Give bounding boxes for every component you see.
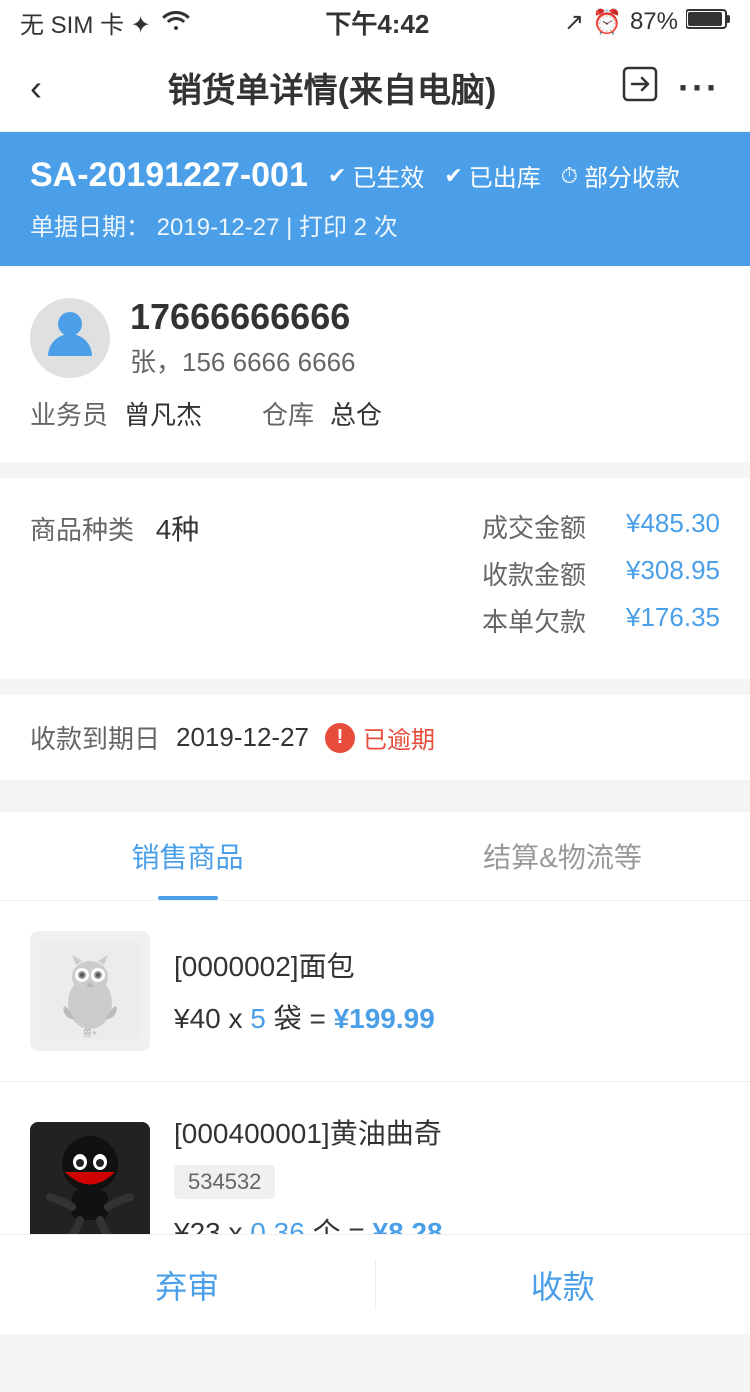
customer-name: 张，156 6666 6666	[130, 342, 356, 379]
order-id: SA-20191227-001	[30, 156, 308, 195]
product-qty-1: 5	[250, 1003, 266, 1034]
summary-section: 商品种类 4种 成交金额 ¥485.30 收款金额 ¥308.95 本单欠款 ¥…	[0, 478, 750, 679]
customer-meta: 业务员 曾凡杰 仓库 总仓	[30, 395, 720, 432]
category-count: 4种	[156, 514, 200, 545]
list-item: 兽+ [0000002]面包 ¥40 x 5 袋 = ¥199.99	[0, 901, 750, 1082]
confirm-button[interactable]: 收款	[376, 1242, 750, 1328]
status-bar: 无 SIM 卡 ✦ 下午4:42 ↗ ⏰ 87%	[0, 0, 750, 44]
order-date-row: 单据日期： 2019-12-27 | 打印 2 次	[30, 207, 720, 242]
product-price-1: ¥40 x 5 袋 = ¥199.99	[174, 997, 720, 1037]
due-section: 收款到期日 2019-12-27 ! 已逾期	[0, 695, 750, 780]
product-total-1: ¥199.99	[334, 1003, 435, 1034]
svg-text:兽+: 兽+	[83, 1027, 97, 1038]
location-icon: ↗	[564, 8, 584, 37]
received-label: 收款金额	[482, 555, 586, 592]
order-header: SA-20191227-001 ✔ 已生效 ✔ 已出库 ⏱ 部分收款 单据日期：…	[0, 132, 750, 266]
share-button[interactable]	[622, 66, 658, 110]
back-button[interactable]: ‹	[30, 67, 42, 109]
status-effective: ✔ 已生效	[328, 158, 424, 193]
warehouse-label: 仓库	[262, 395, 314, 432]
status-payment: ⏱ 部分收款	[561, 158, 680, 193]
date-label: 单据日期：	[30, 214, 150, 241]
sales-person: 曾凡杰	[124, 395, 202, 432]
product-name-2: [000400001]黄油曲奇	[174, 1112, 720, 1152]
more-button[interactable]: ···	[678, 67, 720, 109]
tab-products[interactable]: 销售商品	[0, 812, 375, 900]
nav-bar: ‹ 销货单详情(来自电脑) ···	[0, 44, 750, 132]
category-label: 商品种类 4种	[30, 508, 199, 548]
product-info-2: [000400001]黄油曲奇 534532 ¥23 x 0.36 个 = ¥8…	[174, 1112, 720, 1251]
products-section: 兽+ [0000002]面包 ¥40 x 5 袋 = ¥199.99	[0, 901, 750, 1282]
signal-text: 无 SIM 卡 ✦	[20, 5, 151, 40]
print-info: | 打印 2 次	[286, 214, 398, 241]
status-time: 下午4:42	[325, 4, 429, 41]
page-title: 销货单详情(来自电脑)	[168, 63, 497, 112]
product-info-1: [0000002]面包 ¥40 x 5 袋 = ¥199.99	[174, 945, 720, 1037]
product-tag-2: 534532	[174, 1165, 275, 1199]
debt-label: 本单欠款	[482, 602, 586, 639]
product-image-2	[30, 1122, 150, 1242]
customer-section: 17666666666 张，156 6666 6666 业务员 曾凡杰 仓库 总…	[0, 266, 750, 462]
overdue-text: 已逾期	[363, 720, 435, 755]
due-label: 收款到期日	[30, 719, 160, 756]
cancel-button[interactable]: 弃审	[0, 1242, 375, 1328]
status-right: ↗ ⏰ 87%	[564, 8, 730, 37]
bottom-bar: 弃审 收款	[0, 1234, 750, 1334]
alarm-icon: ⏰	[592, 8, 622, 37]
nav-left[interactable]: ‹	[30, 67, 42, 109]
product-name-1: [0000002]面包	[174, 945, 720, 985]
due-date: 2019-12-27	[176, 722, 309, 753]
tab-settlement[interactable]: 结算&物流等	[375, 812, 750, 900]
overdue-badge: ! 已逾期	[325, 720, 435, 755]
status-left: 无 SIM 卡 ✦	[20, 5, 191, 40]
avatar	[30, 298, 110, 378]
customer-phone: 17666666666	[130, 296, 356, 338]
transaction-amount: ¥485.30	[626, 508, 720, 545]
battery-text: 87%	[630, 8, 678, 36]
wifi-icon	[161, 8, 191, 37]
product-image-1: 兽+	[30, 931, 150, 1051]
transaction-label: 成交金额	[482, 508, 586, 545]
avatar-icon	[40, 302, 100, 374]
tabs-section: 销售商品 结算&物流等	[0, 812, 750, 901]
separator	[0, 796, 750, 812]
warehouse-value: 总仓	[330, 395, 382, 432]
nav-right[interactable]: ···	[622, 66, 720, 110]
summary-amounts: 成交金额 ¥485.30 收款金额 ¥308.95 本单欠款 ¥176.35	[482, 508, 720, 649]
order-date: 2019-12-27	[157, 214, 280, 241]
debt-amount: ¥176.35	[626, 602, 720, 639]
received-amount: ¥308.95	[626, 555, 720, 592]
battery-icon	[686, 8, 730, 37]
status-shipped: ✔ 已出库	[444, 158, 540, 193]
overdue-icon: !	[325, 723, 355, 753]
sales-label: 业务员	[30, 395, 108, 432]
